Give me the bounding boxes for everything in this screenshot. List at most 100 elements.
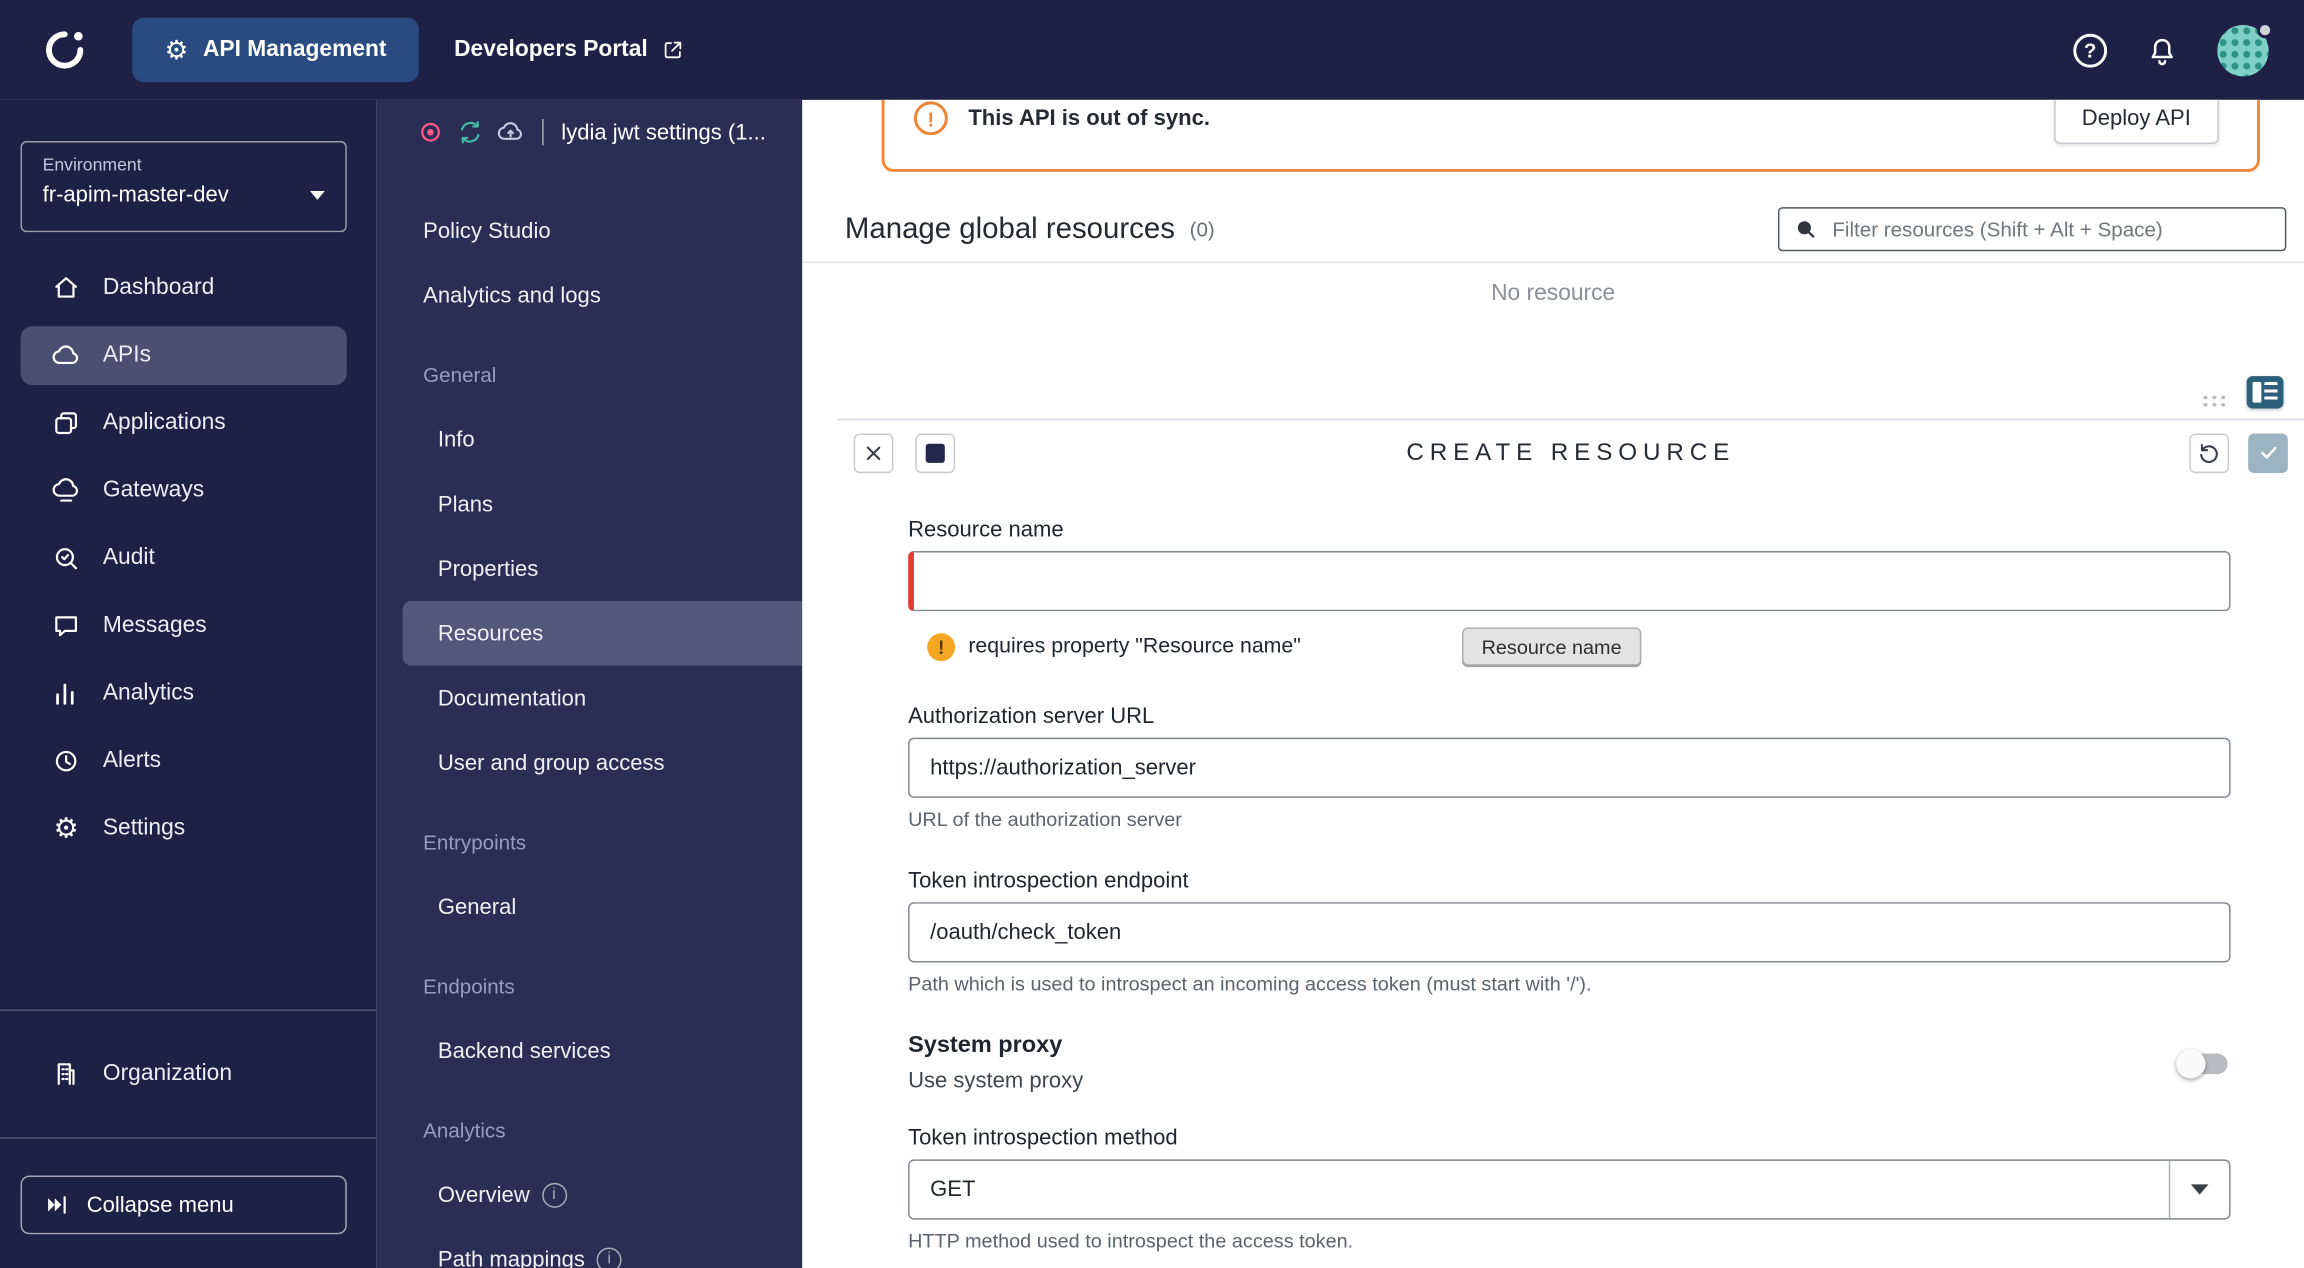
collapse-menu-button[interactable]: Collapse menu (20, 1175, 347, 1235)
sidebar-item-analytics[interactable]: Analytics (0, 660, 376, 728)
gateway-cloud-icon (50, 476, 82, 505)
primary-sidebar: Environment fr-apim-master-dev Dashboard… (0, 99, 377, 1268)
warning-icon: ! (913, 101, 948, 136)
cloud-upload-icon[interactable] (497, 118, 525, 146)
info-icon: i (596, 1246, 622, 1268)
drawer-header: CREATE RESOURCE (838, 420, 2304, 485)
system-proxy-sublabel: Use system proxy (908, 1068, 1084, 1094)
introspection-method-select[interactable]: GET (908, 1159, 2231, 1220)
sidebar-item-label: Analytics (102, 680, 195, 706)
menu-item-policy-studio[interactable]: Policy Studio (376, 198, 802, 263)
menu-item-label: Plans (437, 491, 494, 517)
sidebar-item-label: Settings (102, 815, 186, 841)
menu-item-user-and-group-access[interactable]: User and group access (376, 730, 802, 795)
environment-selector[interactable]: Environment fr-apim-master-dev (20, 141, 347, 233)
sidebar-item-label: Organization (102, 1060, 233, 1086)
record-status-icon[interactable] (417, 119, 443, 145)
cloud-icon (50, 341, 82, 370)
app-screen: ⚙ API Management Developers Portal ? Env… (0, 0, 2304, 1268)
api-menu-list: Policy Studio Analytics and logs General… (376, 198, 803, 1268)
menu-item-label: Policy Studio (423, 218, 551, 244)
sidebar-item-organization[interactable]: Organization (0, 1040, 376, 1108)
selected-method-value: GET (930, 1176, 976, 1202)
resources-table: No resource (802, 261, 2304, 419)
menu-item-path-mappings[interactable]: Path mappings i (376, 1227, 802, 1268)
menu-item-analytics-and-logs[interactable]: Analytics and logs (376, 263, 802, 328)
main-content: ! This API is out of sync. Deploy API Ma… (802, 99, 2304, 1268)
sidebar-divider (0, 1137, 377, 1139)
filter-resources-input[interactable] (1829, 216, 2271, 243)
reset-icon[interactable] (2189, 432, 2230, 473)
menu-item-documentation[interactable]: Documentation (376, 666, 802, 731)
menu-item-label: Overview (437, 1182, 530, 1208)
menu-item-label: Backend services (437, 1038, 611, 1064)
sidebar-item-label: APIs (102, 342, 151, 368)
resource-name-label: Resource name (908, 517, 1064, 543)
error-message: requires property "Resource name" (968, 634, 1301, 659)
menu-item-properties[interactable]: Properties (376, 536, 802, 601)
menu-item-label: Properties (437, 556, 539, 582)
section-heading-analytics: Analytics (423, 1118, 506, 1142)
menu-item-info[interactable]: Info (376, 407, 802, 472)
system-proxy-row: System proxy Use system proxy (908, 1033, 2230, 1093)
primary-nav: Dashboard APIs Applications Gateways Aud… (0, 254, 376, 862)
search-icon (1794, 217, 1818, 241)
token-introspection-endpoint-input[interactable] (908, 902, 2231, 963)
menu-item-backend-services[interactable]: Backend services (376, 1018, 802, 1083)
resource-form: Resource name ! requires property "Resou… (838, 485, 2304, 1252)
menu-item-label: Path mappings (437, 1246, 585, 1268)
menu-item-resources[interactable]: Resources (402, 600, 803, 666)
filter-box (1777, 207, 2287, 252)
api-submenu: lydia jwt settings (1... Policy Studio A… (376, 99, 803, 1268)
empty-state-text: No resource (1491, 280, 1616, 306)
save-check-icon[interactable] (2248, 432, 2288, 473)
sidebar-item-alerts[interactable]: Alerts (0, 727, 376, 795)
sidebar-item-dashboard[interactable]: Dashboard (0, 254, 376, 322)
notifications-bell-icon[interactable] (2145, 33, 2179, 67)
section-heading-entrypoints: Entrypoints (423, 830, 527, 854)
sidebar-item-apis[interactable]: APIs (20, 326, 347, 385)
sidebar-item-applications[interactable]: Applications (0, 389, 376, 457)
sidebar-item-gateways[interactable]: Gateways (0, 457, 376, 525)
system-proxy-toggle[interactable] (2176, 1048, 2230, 1078)
authorization-server-url-input[interactable] (908, 737, 2231, 798)
api-management-button[interactable]: ⚙ API Management (132, 17, 419, 83)
home-icon (50, 273, 82, 302)
sidebar-item-label: Alerts (102, 747, 162, 773)
help-icon[interactable]: ? (2073, 33, 2108, 67)
token-introspection-endpoint-label: Token introspection endpoint (908, 868, 1189, 894)
resource-count: (0) (1189, 217, 1215, 241)
developers-portal-label: Developers Portal (454, 36, 648, 62)
resource-name-input[interactable] (908, 551, 2231, 612)
collapse-icon (43, 1192, 69, 1218)
menu-item-plans[interactable]: Plans (376, 472, 802, 537)
section-heading-endpoints: Endpoints (423, 974, 515, 998)
developers-portal-link[interactable]: Developers Portal (454, 37, 684, 63)
sidebar-item-audit[interactable]: Audit (0, 525, 376, 593)
error-warning-icon: ! (927, 632, 956, 661)
sidebar-item-messages[interactable]: Messages (0, 592, 376, 660)
drag-handle[interactable] (2201, 393, 2228, 409)
close-icon[interactable] (853, 432, 894, 473)
chevron-down-icon (310, 190, 325, 200)
page-title: Manage global resources (844, 212, 1175, 245)
gravitee-logo[interactable] (35, 21, 94, 80)
deploy-api-button[interactable]: Deploy API (2053, 99, 2219, 144)
menu-item-overview[interactable]: Overview i (376, 1162, 802, 1227)
topbar-actions: ? (2073, 21, 2274, 76)
error-field-chip[interactable]: Resource name (1462, 627, 1641, 666)
token-introspection-method-help: HTTP method used to introspect the acces… (908, 1229, 1354, 1252)
table-view-icon[interactable] (2246, 376, 2284, 409)
sidebar-item-label: Messages (102, 612, 207, 638)
authorization-server-url-label: Authorization server URL (908, 703, 1155, 729)
menu-item-entrypoints-general[interactable]: General (376, 874, 802, 939)
user-avatar[interactable] (2217, 21, 2274, 76)
sidebar-item-settings[interactable]: ⚙ Settings (0, 795, 376, 863)
menu-item-label: General (437, 894, 517, 920)
resources-header-row: Manage global resources (0) (844, 204, 2287, 254)
audit-check-icon (50, 544, 82, 573)
gear-icon: ⚙ (164, 35, 189, 65)
panel-toggle-icon[interactable] (915, 432, 956, 473)
sidebar-item-label: Gateways (102, 477, 205, 503)
sync-icon[interactable] (457, 119, 483, 145)
